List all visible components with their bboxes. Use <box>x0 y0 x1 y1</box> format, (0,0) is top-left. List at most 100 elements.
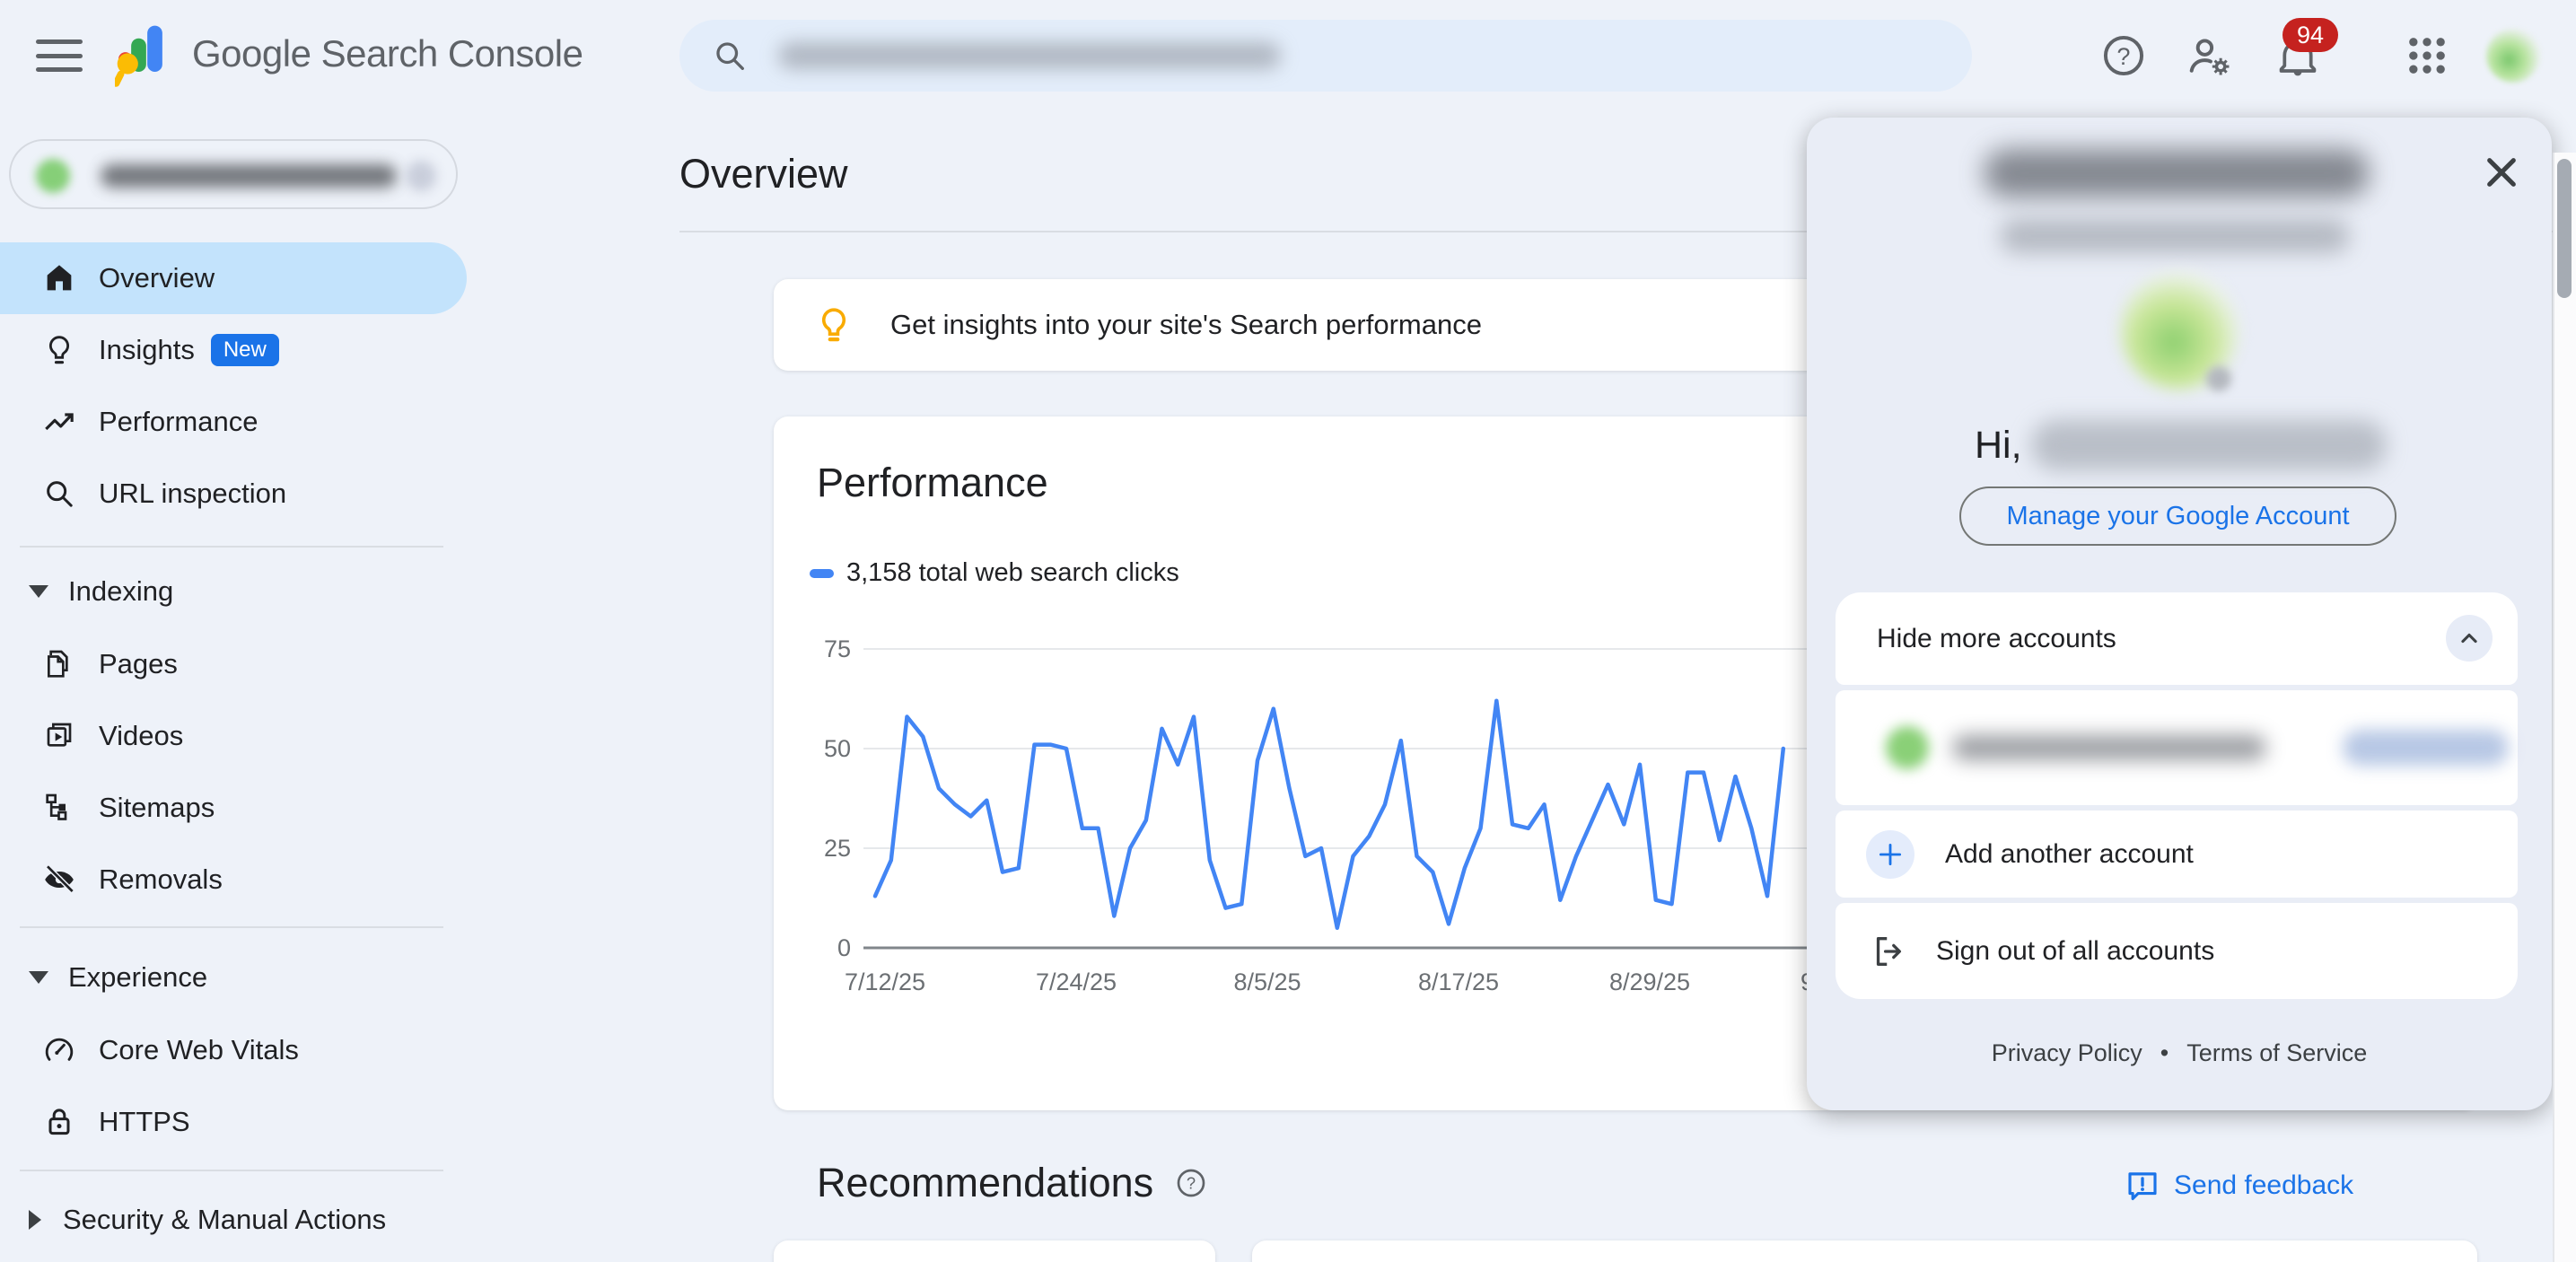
speedometer-icon <box>45 1038 74 1061</box>
sidebar-item-label: URL inspection <box>99 478 287 509</box>
sidebar-item-sitemaps[interactable]: Sitemaps <box>0 772 467 844</box>
sidebar-item-core-web-vitals[interactable]: Core Web Vitals <box>0 1014 467 1086</box>
send-feedback-link[interactable]: Send feedback <box>2124 1167 2353 1205</box>
section-indexing[interactable]: Indexing <box>0 560 467 623</box>
svg-text:8/5/25: 8/5/25 <box>1233 968 1301 995</box>
sidebar-item-https[interactable]: HTTPS <box>0 1086 467 1158</box>
search-query-redacted <box>778 42 1281 69</box>
notification-count-badge: 94 <box>2282 18 2338 52</box>
google-search-console-app: Google Search Console ? 94 Overview Insi… <box>0 0 2576 1262</box>
other-account-name-redacted <box>1952 735 2266 760</box>
sidebar-item-overview[interactable]: Overview <box>0 242 467 314</box>
account-name-redacted <box>2030 420 2387 470</box>
terms-of-service-link[interactable]: Terms of Service <box>2186 1039 2367 1067</box>
sitemap-tree-icon <box>46 793 67 820</box>
recommendations-header: Recommendations ? <box>817 1160 1209 1206</box>
performance-card-title: Performance <box>817 460 1048 505</box>
legend-line-swatch <box>810 568 834 578</box>
search-icon <box>716 42 744 70</box>
add-another-account-button[interactable]: Add another account <box>1836 811 2518 898</box>
lock-icon <box>48 1109 70 1135</box>
chart-legend: 3,158 total web search clicks <box>810 558 1179 588</box>
new-badge: New <box>210 334 279 366</box>
svg-text:8/17/25: 8/17/25 <box>1418 968 1499 995</box>
hamburger-menu-icon[interactable] <box>36 39 83 72</box>
chart-x-axis-labels: 7/12/257/24/258/5/258/17/258/29/259/10/2… <box>845 968 1881 995</box>
home-icon <box>47 265 72 291</box>
collapse-triangle-icon <box>29 585 48 598</box>
other-account-avatar <box>1886 726 1929 769</box>
help-circle-icon[interactable]: ? <box>1173 1165 1209 1201</box>
sidebar-divider <box>20 1170 443 1171</box>
recommendation-card[interactable] <box>774 1240 1215 1262</box>
sign-out-icon <box>1870 932 1909 971</box>
sidebar-item-label: Performance <box>99 406 258 437</box>
sidebar-item-removals[interactable]: Removals <box>0 844 467 916</box>
sidebar-divider <box>20 546 443 548</box>
send-feedback-label: Send feedback <box>2174 1170 2354 1200</box>
property-avatar <box>36 159 70 193</box>
greeting-text: Hi, <box>1975 423 2022 467</box>
vertical-scrollbar-thumb[interactable] <box>2557 159 2572 298</box>
recommendation-card[interactable] <box>1252 1240 2477 1262</box>
feedback-icon <box>2128 1172 2157 1201</box>
sidebar-item-performance[interactable]: Performance <box>0 386 467 458</box>
svg-text:8/29/25: 8/29/25 <box>1609 968 1690 995</box>
chart-y-axis-labels: 0 25 50 75 <box>824 637 851 961</box>
property-name-redacted <box>101 164 397 188</box>
manage-accounts-icon[interactable] <box>2185 31 2235 81</box>
pages-icon <box>48 650 68 678</box>
section-experience[interactable]: Experience <box>0 946 467 1009</box>
section-security-manual-actions[interactable]: Security & Manual Actions <box>0 1188 467 1251</box>
footer-separator: • <box>2160 1039 2169 1066</box>
search-console-logo-icon <box>115 23 171 88</box>
page-title: Overview <box>679 151 848 197</box>
sidebar-item-insights[interactable]: Insights New <box>0 314 467 386</box>
svg-text:?: ? <box>2117 43 2131 70</box>
svg-text:25: 25 <box>824 835 851 862</box>
top-app-bar: Google Search Console ? 94 <box>0 0 2576 111</box>
video-icon <box>47 723 72 747</box>
sidebar-divider <box>20 926 443 928</box>
lightbulb-icon <box>48 336 70 364</box>
app-title: Google Search Console <box>192 32 583 74</box>
sidebar-item-pages[interactable]: Pages <box>0 628 467 700</box>
sidebar-item-videos[interactable]: Videos <box>0 700 467 772</box>
collapse-triangle-icon <box>29 971 48 984</box>
plus-icon <box>1866 829 1914 879</box>
sign-out-all-accounts-button[interactable]: Sign out of all accounts <box>1836 903 2518 999</box>
google-apps-grid-icon[interactable] <box>2402 31 2452 81</box>
account-avatar[interactable] <box>2486 29 2540 83</box>
avatar-edit-badge <box>2206 366 2231 391</box>
chevron-up-icon <box>2446 615 2493 662</box>
insights-banner-text: Get insights into your site's Search per… <box>890 309 1482 340</box>
property-selector[interactable] <box>9 139 458 209</box>
manage-google-account-button[interactable]: Manage your Google Account <box>1959 486 2396 546</box>
close-icon[interactable] <box>2473 144 2530 201</box>
account-email-redacted <box>1984 149 2370 197</box>
clicks-series-line <box>872 698 1786 931</box>
help-icon[interactable]: ? <box>2098 31 2149 81</box>
sidebar-item-url-inspection[interactable]: URL inspection <box>0 458 467 530</box>
sidebar-item-label: Insights <box>99 334 195 365</box>
greeting-row: Hi, <box>1975 420 2387 470</box>
expand-triangle-icon <box>29 1210 41 1230</box>
global-search-input[interactable] <box>679 20 1972 92</box>
privacy-policy-link[interactable]: Privacy Policy <box>1992 1039 2142 1067</box>
vertical-scrollbar-track[interactable] <box>2553 153 2576 1262</box>
other-account-chip-redacted <box>2343 730 2509 766</box>
sidebar-item-label: Overview <box>99 262 215 294</box>
other-account-row[interactable] <box>1836 690 2518 805</box>
svg-text:?: ? <box>1187 1174 1196 1193</box>
sidebar-nav: Overview Insights New Performance URL in… <box>0 111 467 1262</box>
svg-text:0: 0 <box>837 934 851 961</box>
lightbulb-yellow-icon <box>813 304 854 346</box>
svg-text:7/12/25: 7/12/25 <box>845 968 925 995</box>
hide-more-accounts-button[interactable]: Hide more accounts <box>1836 592 2518 685</box>
eye-off-icon <box>45 864 74 894</box>
legend-label: 3,158 total web search clicks <box>846 558 1179 587</box>
magnifier-icon <box>47 481 73 507</box>
trending-up-icon <box>45 413 74 431</box>
popup-footer-links: Privacy Policy • Terms of Service <box>1807 1039 2552 1067</box>
property-caret-redacted <box>406 161 436 191</box>
